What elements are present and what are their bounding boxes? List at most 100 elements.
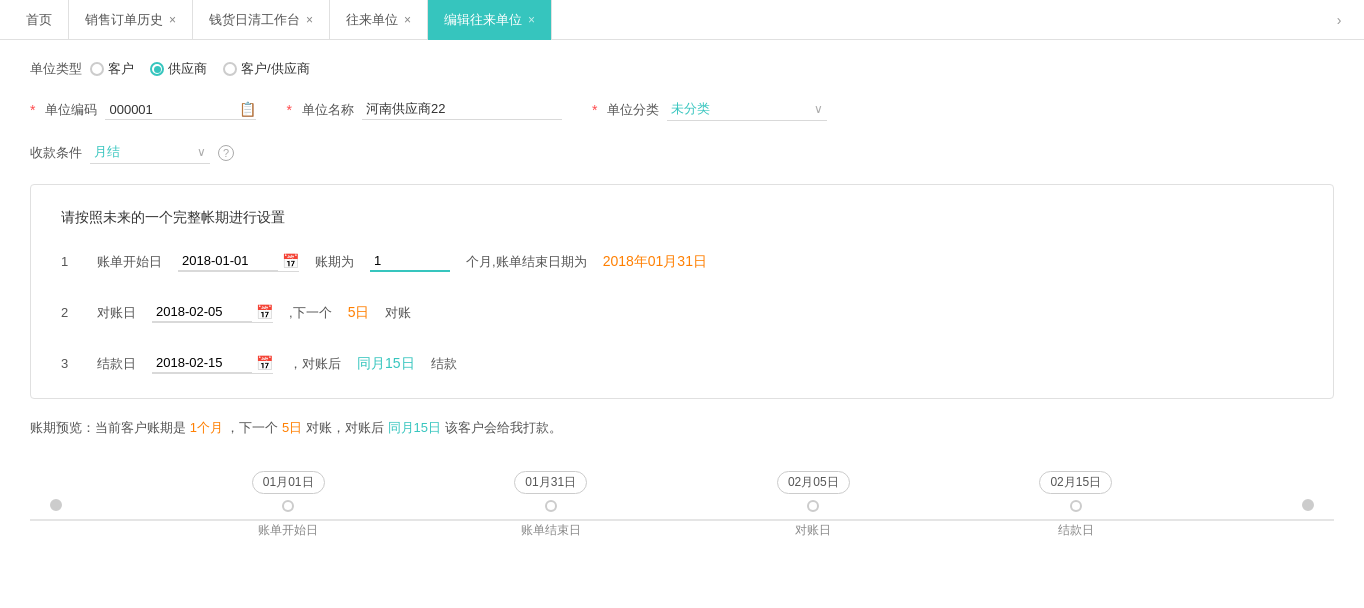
period-num-3: 3 (61, 356, 81, 371)
unit-category-label: 单位分类 (607, 101, 659, 119)
timeline-dot-start (50, 499, 62, 511)
period-desc-1-prefix: 账期为 (315, 253, 354, 271)
period-row-1: 1 账单开始日 📅 账期为 个月,账单结束日期为 2018年01月31日 (61, 251, 1303, 272)
period-settings-box: 请按照未来的一个完整帐期进行设置 1 账单开始日 📅 账期为 个月,账单结束日期… (30, 184, 1334, 399)
timeline-point-4: 02月15日 结款日 (1039, 471, 1112, 539)
radio-customer-supplier[interactable]: 客户/供应商 (223, 60, 310, 78)
period-row-3: 3 结款日 📅 ，对账后 同月15日 结款 (61, 353, 1303, 374)
radio-supplier-label: 供应商 (168, 60, 207, 78)
timeline-badge-1: 01月01日 (252, 471, 325, 494)
period-date-2-calendar[interactable]: 📅 (256, 304, 273, 320)
radio-customer-label: 客户 (108, 60, 134, 78)
payment-terms-help-icon[interactable]: ? (218, 145, 234, 161)
radio-customer-supplier-circle (223, 62, 237, 76)
unit-category-chevron: ∨ (814, 102, 823, 116)
timeline-dots: 01月01日 账单开始日 01月31日 账单结束日 02月05日 对账日 02月… (50, 471, 1314, 539)
tab-sales-history[interactable]: 销售订单历史 × (69, 0, 193, 40)
payment-terms-select[interactable]: 月结 ∨ (90, 141, 210, 164)
unit-category-required: * (592, 102, 597, 118)
tabs-bar: 首页 销售订单历史 × 钱货日清工作台 × 往来单位 × 编辑往来单位 × › (0, 0, 1364, 40)
timeline-badge-4: 02月15日 (1039, 471, 1112, 494)
tab-home[interactable]: 首页 (10, 0, 69, 40)
preview-highlight-2: 5日 (282, 420, 302, 435)
period-desc-1-mid: 个月,账单结束日期为 (466, 253, 587, 271)
period-date-3-wrapper: 📅 (152, 353, 273, 374)
unit-code-required: * (30, 102, 35, 118)
timeline-badge-3: 02月05日 (777, 471, 850, 494)
unit-code-label: 单位编码 (45, 101, 97, 119)
tab-cash-work-label: 钱货日清工作台 (209, 11, 300, 29)
unit-code-input[interactable] (105, 100, 235, 119)
period-label-3: 结款日 (97, 355, 136, 373)
unit-code-copy-icon[interactable]: 📋 (239, 101, 256, 117)
period-date-1-input[interactable] (178, 251, 278, 271)
period-reconcile-highlight: 5日 (348, 304, 370, 322)
radio-customer-supplier-label: 客户/供应商 (241, 60, 310, 78)
tabs-scroll-right[interactable]: › (1324, 0, 1354, 40)
payment-terms-label: 收款条件 (30, 144, 82, 162)
unit-name-field: * 单位名称 (286, 100, 561, 120)
unit-name-input[interactable] (362, 100, 562, 120)
payment-terms-value: 月结 (94, 143, 193, 161)
period-date-3-calendar[interactable]: 📅 (256, 355, 273, 371)
period-date-3-input[interactable] (152, 353, 252, 373)
period-date-2-input[interactable] (152, 302, 252, 322)
period-date-1-calendar[interactable]: 📅 (282, 253, 299, 269)
timeline-dot-2 (545, 500, 557, 512)
timeline-label-1: 账单开始日 (258, 522, 318, 539)
unit-info-row: * 单位编码 📋 * 单位名称 * 单位分类 未分类 ∨ (30, 98, 1334, 121)
period-num-2: 2 (61, 305, 81, 320)
period-num-1: 1 (61, 254, 81, 269)
preview-highlight-3: 同月15日 (388, 420, 441, 435)
radio-customer[interactable]: 客户 (90, 60, 134, 78)
tab-partner-units[interactable]: 往来单位 × (330, 0, 428, 40)
tab-edit-partner[interactable]: 编辑往来单位 × (428, 0, 552, 40)
radio-supplier-circle (150, 62, 164, 76)
timeline-point-start (50, 499, 62, 511)
timeline-dot-end (1302, 499, 1314, 511)
timeline-badge-2: 01月31日 (514, 471, 587, 494)
preview-text: 账期预览：当前客户账期是 1个月 ，下一个 5日 对账，对账后 同月15日 该客… (30, 419, 1334, 437)
period-months-input[interactable] (370, 251, 450, 272)
period-label-1: 账单开始日 (97, 253, 162, 271)
radio-supplier[interactable]: 供应商 (150, 60, 207, 78)
unit-type-field: 单位类型 客户 供应商 客户/供应商 (30, 60, 310, 78)
unit-type-label: 单位类型 (30, 60, 82, 78)
tab-home-label: 首页 (26, 11, 52, 29)
preview-mid-2: 对账，对账后 (306, 420, 384, 435)
period-desc-2-prefix: ,下一个 (289, 304, 332, 322)
unit-category-field: * 单位分类 未分类 ∨ (592, 98, 827, 121)
period-row-2: 2 对账日 📅 ,下一个 5日 对账 (61, 302, 1303, 323)
tab-sales-history-label: 销售订单历史 (85, 11, 163, 29)
unit-category-value: 未分类 (671, 100, 810, 118)
timeline-dot-1 (282, 500, 294, 512)
tab-edit-partner-label: 编辑往来单位 (444, 11, 522, 29)
payment-terms-row: 收款条件 月结 ∨ ? (30, 141, 1334, 164)
period-desc-3-suffix: 结款 (431, 355, 457, 373)
main-content: 单位类型 客户 供应商 客户/供应商 * 单位编码 (0, 40, 1364, 608)
preview-section: 账期预览：当前客户账期是 1个月 ，下一个 5日 对账，对账后 同月15日 该客… (30, 419, 1334, 579)
unit-code-input-wrapper: 📋 (105, 100, 256, 120)
preview-prefix: 账期预览：当前客户账期是 (30, 420, 186, 435)
tab-cash-work-close[interactable]: × (306, 13, 313, 27)
tab-partner-units-close[interactable]: × (404, 13, 411, 27)
unit-code-field: * 单位编码 📋 (30, 100, 256, 120)
unit-type-radio-group: 客户 供应商 客户/供应商 (90, 60, 310, 78)
unit-category-select[interactable]: 未分类 ∨ (667, 98, 827, 121)
unit-name-label: 单位名称 (302, 101, 354, 119)
radio-customer-circle (90, 62, 104, 76)
timeline-label-4: 结款日 (1058, 522, 1094, 539)
timeline-point-end (1302, 499, 1314, 511)
tab-edit-partner-close[interactable]: × (528, 13, 535, 27)
timeline-label-2: 账单结束日 (521, 522, 581, 539)
timeline-point-1: 01月01日 账单开始日 (252, 471, 325, 539)
preview-mid-1: ，下一个 (226, 420, 278, 435)
tab-sales-history-close[interactable]: × (169, 13, 176, 27)
tab-cash-work[interactable]: 钱货日清工作台 × (193, 0, 330, 40)
period-label-2: 对账日 (97, 304, 136, 322)
period-date-1-wrapper: 📅 (178, 251, 299, 272)
timeline-point-2: 01月31日 账单结束日 (514, 471, 587, 539)
unit-name-required: * (286, 102, 291, 118)
period-desc-3-prefix: ，对账后 (289, 355, 341, 373)
timeline-point-3: 02月05日 对账日 (777, 471, 850, 539)
